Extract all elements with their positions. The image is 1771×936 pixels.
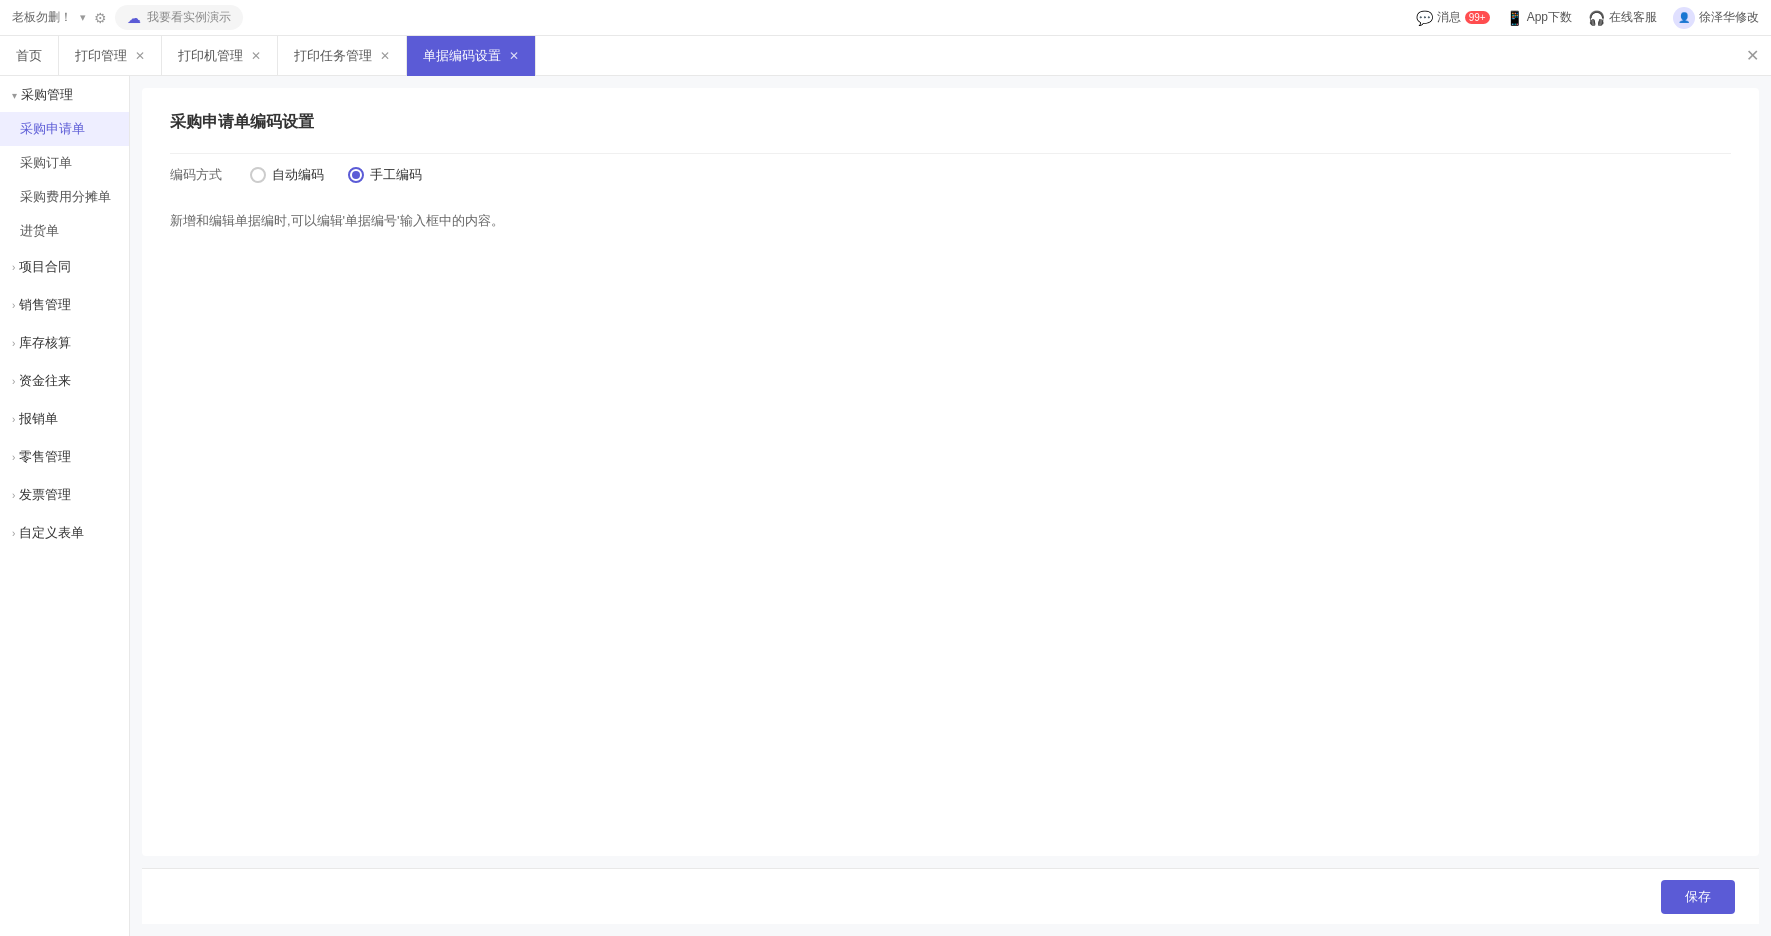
sidebar-group-capital-label: 资金往来 bbox=[19, 372, 71, 390]
returns-arrow-icon: › bbox=[12, 414, 15, 425]
sidebar-group-returns-label: 报销单 bbox=[19, 410, 58, 428]
tab-printer-manage-close[interactable]: ✕ bbox=[251, 49, 261, 63]
tab-barcode-setting-close[interactable]: ✕ bbox=[509, 49, 519, 63]
close-all-button[interactable]: ✕ bbox=[1734, 46, 1771, 65]
page-footer: 保存 bbox=[142, 868, 1759, 924]
custom-form-arrow-icon: › bbox=[12, 528, 15, 539]
main-layout: ▾ 采购管理 采购申请单 采购订单 采购费用分摊单 进货单 › 项目合同 › 销… bbox=[0, 76, 1771, 936]
sales-arrow-icon: › bbox=[12, 300, 15, 311]
encoding-method-row: 编码方式 自动编码 手工编码 bbox=[170, 153, 1731, 196]
sidebar-item-purchase-expense-label: 采购费用分摊单 bbox=[20, 189, 111, 204]
user-name: 徐泽华修改 bbox=[1699, 9, 1759, 26]
radio-auto[interactable]: 自动编码 bbox=[250, 166, 324, 184]
app-icon: 📱 bbox=[1506, 10, 1523, 26]
sidebar-group-custom-form-label: 自定义表单 bbox=[19, 524, 84, 542]
sidebar-group-sales-label: 销售管理 bbox=[19, 296, 71, 314]
sidebar-item-purchase-request[interactable]: 采购申请单 bbox=[0, 112, 129, 146]
tab-print-manage-label: 打印管理 bbox=[75, 47, 127, 65]
inventory-arrow-icon: › bbox=[12, 338, 15, 349]
brand-text[interactable]: 老板勿删！ bbox=[12, 9, 72, 26]
tab-printer-manage-label: 打印机管理 bbox=[178, 47, 243, 65]
user-avatar: 👤 bbox=[1673, 7, 1695, 29]
message-badge: 99+ bbox=[1465, 11, 1490, 24]
sidebar-item-purchase-order-label: 采购订单 bbox=[20, 155, 72, 170]
online-service-button[interactable]: 🎧 在线客服 bbox=[1588, 9, 1657, 26]
sidebar-group-invoice-label: 发票管理 bbox=[19, 486, 71, 504]
sidebar-item-purchase-request-label: 采购申请单 bbox=[20, 121, 85, 136]
tab-barcode-setting[interactable]: 单据编码设置 ✕ bbox=[407, 36, 536, 76]
sidebar-group-purchase-label: 采购管理 bbox=[21, 86, 73, 104]
sidebar-group-inventory-label: 库存核算 bbox=[19, 334, 71, 352]
message-button[interactable]: 💬 消息 99+ bbox=[1416, 9, 1490, 26]
capital-arrow-icon: › bbox=[12, 376, 15, 387]
section-label: 编码方式 bbox=[170, 166, 250, 184]
tab-print-task-label: 打印任务管理 bbox=[294, 47, 372, 65]
info-text: 新增和编辑单据编时,可以编辑'单据编号'输入框中的内容。 bbox=[170, 212, 1731, 230]
message-icon: 💬 bbox=[1416, 10, 1433, 26]
tab-home-label: 首页 bbox=[16, 47, 42, 65]
radio-manual[interactable]: 手工编码 bbox=[348, 166, 422, 184]
search-bar[interactable]: ☁ 我要看实例演示 bbox=[115, 5, 243, 30]
tabs-bar: 首页 打印管理 ✕ 打印机管理 ✕ 打印任务管理 ✕ 单据编码设置 ✕ ✕ bbox=[0, 36, 1771, 76]
save-button[interactable]: 保存 bbox=[1661, 880, 1735, 914]
top-bar-left: 老板勿删！ ▾ ⚙ ☁ 我要看实例演示 bbox=[12, 5, 243, 30]
tab-home[interactable]: 首页 bbox=[0, 36, 59, 76]
app-download-label: App下数 bbox=[1527, 9, 1572, 26]
tab-printer-manage[interactable]: 打印机管理 ✕ bbox=[162, 36, 278, 76]
sidebar-group-purchase-title[interactable]: ▾ 采购管理 bbox=[0, 76, 129, 112]
dropdown-icon[interactable]: ▾ bbox=[80, 11, 86, 24]
radio-group: 自动编码 手工编码 bbox=[250, 166, 422, 184]
radio-manual-label: 手工编码 bbox=[370, 166, 422, 184]
page-content: 采购申请单编码设置 编码方式 自动编码 手工编码 新增和编辑单据编时,可以编辑'… bbox=[142, 88, 1759, 856]
tab-print-task[interactable]: 打印任务管理 ✕ bbox=[278, 36, 407, 76]
app-download-button[interactable]: 📱 App下数 bbox=[1506, 9, 1572, 26]
retail-arrow-icon: › bbox=[12, 452, 15, 463]
user-profile-button[interactable]: 👤 徐泽华修改 bbox=[1673, 7, 1759, 29]
sidebar-group-retail[interactable]: › 零售管理 bbox=[0, 438, 129, 476]
headset-icon: 🎧 bbox=[1588, 10, 1605, 26]
settings-icon[interactable]: ⚙ bbox=[94, 10, 107, 26]
sidebar-group-returns[interactable]: › 报销单 bbox=[0, 400, 129, 438]
sidebar-group-custom-form[interactable]: › 自定义表单 bbox=[0, 514, 129, 552]
sidebar-group-project-label: 项目合同 bbox=[19, 258, 71, 276]
top-bar: 老板勿删！ ▾ ⚙ ☁ 我要看实例演示 💬 消息 99+ 📱 App下数 🎧 在… bbox=[0, 0, 1771, 36]
sidebar-item-stock-in[interactable]: 进货单 bbox=[0, 214, 129, 248]
tab-print-manage-close[interactable]: ✕ bbox=[135, 49, 145, 63]
online-service-label: 在线客服 bbox=[1609, 9, 1657, 26]
sidebar-item-stock-in-label: 进货单 bbox=[20, 223, 59, 238]
sidebar-group-purchase: ▾ 采购管理 采购申请单 采购订单 采购费用分摊单 进货单 bbox=[0, 76, 129, 248]
sidebar-group-capital[interactable]: › 资金往来 bbox=[0, 362, 129, 400]
sidebar-group-inventory[interactable]: › 库存核算 bbox=[0, 324, 129, 362]
message-label: 消息 bbox=[1437, 9, 1461, 26]
tab-barcode-setting-label: 单据编码设置 bbox=[423, 47, 501, 65]
tab-print-task-close[interactable]: ✕ bbox=[380, 49, 390, 63]
radio-auto-label: 自动编码 bbox=[272, 166, 324, 184]
sidebar-group-sales[interactable]: › 销售管理 bbox=[0, 286, 129, 324]
radio-manual-circle bbox=[348, 167, 364, 183]
sidebar-item-purchase-expense[interactable]: 采购费用分摊单 bbox=[0, 180, 129, 214]
cloud-icon: ☁ bbox=[127, 10, 141, 26]
tab-print-manage[interactable]: 打印管理 ✕ bbox=[59, 36, 162, 76]
radio-auto-circle bbox=[250, 167, 266, 183]
page-title: 采购申请单编码设置 bbox=[170, 112, 1731, 133]
project-arrow-icon: › bbox=[12, 262, 15, 273]
top-bar-right: 💬 消息 99+ 📱 App下数 🎧 在线客服 👤 徐泽华修改 bbox=[1416, 7, 1759, 29]
sidebar-group-project[interactable]: › 项目合同 bbox=[0, 248, 129, 286]
sidebar-item-purchase-order[interactable]: 采购订单 bbox=[0, 146, 129, 180]
sidebar-group-retail-label: 零售管理 bbox=[19, 448, 71, 466]
invoice-arrow-icon: › bbox=[12, 490, 15, 501]
sidebar: ▾ 采购管理 采购申请单 采购订单 采购费用分摊单 进货单 › 项目合同 › 销… bbox=[0, 76, 130, 936]
purchase-arrow-icon: ▾ bbox=[12, 90, 17, 101]
search-text: 我要看实例演示 bbox=[147, 9, 231, 26]
content-area: 采购申请单编码设置 编码方式 自动编码 手工编码 新增和编辑单据编时,可以编辑'… bbox=[130, 76, 1771, 936]
sidebar-group-invoice[interactable]: › 发票管理 bbox=[0, 476, 129, 514]
